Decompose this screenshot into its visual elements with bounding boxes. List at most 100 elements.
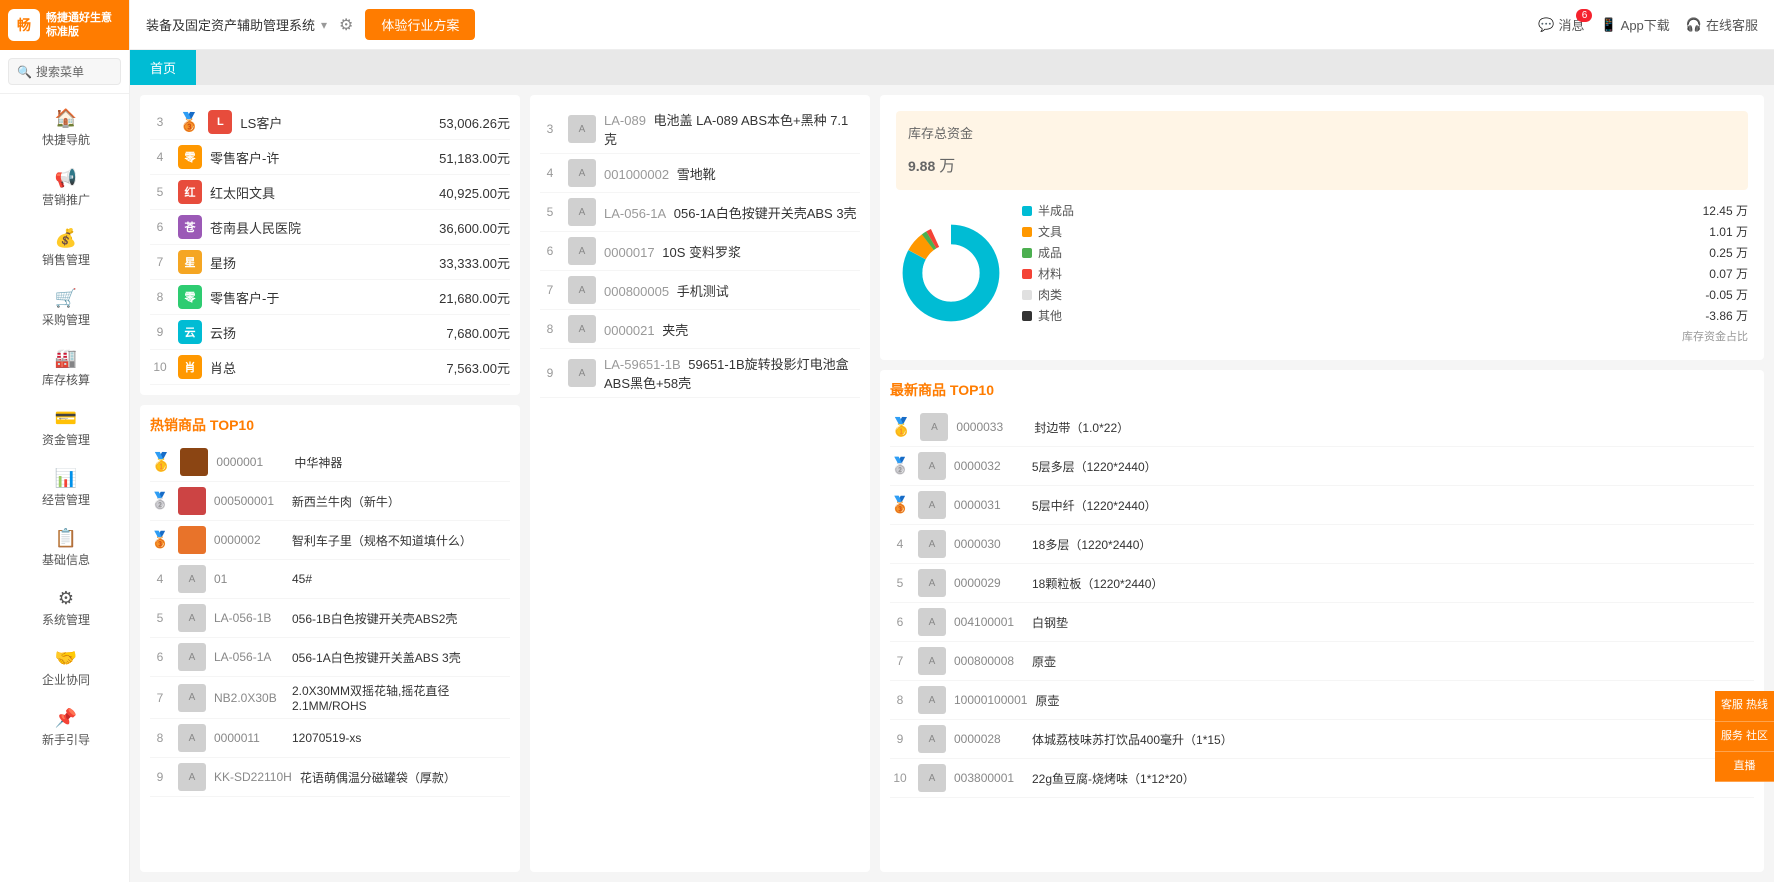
list-item: 10 肖 肖总 7,563.00元 [150,350,510,385]
product-image [178,487,206,515]
legend-item: 材料 0.07 万 [1022,265,1748,282]
product-image: A [918,452,946,480]
hot-products-panel: 热销商品 TOP10 🥇 0000001 中华神器 🥈 000500001 新西… [140,405,520,872]
customer-rank-list: 3 🥉 L LS客户 53,006.26元 4 零 零售客户-许 51,183.… [150,105,510,385]
list-item: 5 A LA-056-1A 056-1A白色按键开关壳ABS 3壳 [540,193,860,232]
product-item: 🥇 0000001 中华神器 [150,443,510,482]
product-image: A [918,491,946,519]
sidebar-item-guide[interactable]: 📌 新手引导 [0,698,129,758]
product-item: 10 A 003800001 22g鱼豆腐-烧烤味（1*12*20） [890,759,1754,798]
product-image: A [568,159,596,187]
product-item: 🥉 A 0000031 5层中纤（1220*2440） [890,486,1754,525]
customer-badge: 红 [178,180,202,204]
list-item: 5 红 红太阳文具 40,925.00元 [150,175,510,210]
sidebar-item-purchase[interactable]: 🛒 采购管理 [0,278,129,338]
list-item: 9 云 云扬 7,680.00元 [150,315,510,350]
sidebar-item-collab[interactable]: 🤝 企业协同 [0,638,129,698]
logo-icon: 畅 [8,9,40,41]
sidebar-item-operations[interactable]: 📊 经营管理 [0,458,129,518]
product-item: 4 A 0000030 18多层（1220*2440） [890,525,1754,564]
sidebar-nav: 🏠 快捷导航 📢 营销推广 💰 销售管理 🛒 采购管理 🏭 库存核算 💳 资金管… [0,94,129,882]
product-item: 9 A KK-SD22110H 花语萌偶温分磁罐袋（厚款） [150,758,510,797]
top-products-mid-list: 3 A LA-089 电池盖 LA-089 ABS本色+黑种 7.1克 4 A … [540,105,860,398]
trial-button[interactable]: 体验行业方案 [365,9,475,40]
topbar-right: 💬 消息 6 📱 App下载 🎧 在线客服 [1538,15,1758,34]
product-image: A [178,604,206,632]
legend-dot [1022,311,1032,321]
product-image: A [918,764,946,792]
message-icon: 💬 [1538,17,1554,33]
page-tabs: 首页 [130,50,1774,85]
sidebar-item-basic-info[interactable]: 📋 基础信息 [0,518,129,578]
settings-icon[interactable]: ⚙ [339,15,353,35]
product-image [178,526,206,554]
list-item: 6 苍 苍南县人民医院 36,600.00元 [150,210,510,245]
message-button[interactable]: 💬 消息 6 [1538,15,1584,34]
product-image: A [918,647,946,675]
sales-icon: 💰 [55,228,77,249]
product-item: 4 A 01 45# [150,560,510,599]
purchase-icon: 🛒 [55,288,77,309]
app-icon: 📱 [1600,17,1616,33]
customer-badge: 零 [178,285,202,309]
product-item: 7 A NB2.0X30B 2.0X30MM双摇花轴,摇花直径2.1MM/ROH… [150,677,510,719]
hot-products-title: 热销商品 TOP10 [150,415,510,435]
sidebar-item-sales[interactable]: 💰 销售管理 [0,218,129,278]
inventory-header: 库存总资金 [908,123,1736,142]
list-item: 4 零 零售客户-许 51,183.00元 [150,140,510,175]
product-image: A [918,530,946,558]
sidebar-item-marketing[interactable]: 📢 营销推广 [0,158,129,218]
medal-gold-icon: 🥇 [890,417,912,438]
sidebar-item-inventory[interactable]: 🏭 库存核算 [0,338,129,398]
finance-icon: 💳 [55,408,77,429]
product-image: A [178,724,206,752]
list-item: 6 A 0000017 10S 变料罗浆 [540,232,860,271]
sidebar-item-finance[interactable]: 💳 资金管理 [0,398,129,458]
system-name: 装备及固定资产辅助管理系统 [146,15,315,34]
product-image: A [920,413,948,441]
list-item: 4 A 001000002 雪地靴 [540,154,860,193]
inventory-panel: 库存总资金 9.88 万 [880,95,1764,360]
sidebar-item-home[interactable]: 🏠 快捷导航 [0,98,129,158]
search-menu-button[interactable]: 🔍 搜索菜单 [8,58,121,85]
service-community-button[interactable]: 服务 社区 [1715,722,1774,752]
middle-panel: 3 A LA-089 电池盖 LA-089 ABS本色+黑种 7.1克 4 A … [530,95,870,872]
tab-home[interactable]: 首页 [130,50,196,85]
guide-icon: 📌 [55,708,77,729]
app-download-button[interactable]: 📱 App下载 [1600,15,1669,34]
inventory-icon: 🏭 [55,348,77,369]
customer-service-button[interactable]: 客服 热线 [1715,691,1774,721]
product-item: 9 A 0000028 体城荔枝味苏打饮品400毫升（1*15） [890,720,1754,759]
inventory-chart-area: 半成品 12.45 万 文具 1.01 万 成品 0.25 万 [896,202,1748,344]
product-image [180,448,208,476]
product-item: 5 A LA-056-1B 056-1B白色按键开关壳ABS2壳 [150,599,510,638]
legend-item: 成品 0.25 万 [1022,244,1748,261]
logo-text: 畅捷通好生意 标准版 [46,11,112,40]
product-image: A [918,725,946,753]
system-selector[interactable]: 装备及固定资产辅助管理系统 ▾ [146,15,327,34]
sidebar-item-system[interactable]: ⚙ 系统管理 [0,578,129,638]
inventory-donut-chart [896,218,1006,328]
product-item: 🥈 A 0000032 5层多层（1220*2440） [890,447,1754,486]
main-area: 装备及固定资产辅助管理系统 ▾ ⚙ 体验行业方案 💬 消息 6 📱 App下载 … [130,0,1774,882]
new-products-title: 最新商品 TOP10 [890,380,1754,400]
float-buttons: 客服 热线 服务 社区 直播 [1715,691,1774,782]
message-badge: 6 [1576,9,1592,22]
medal-silver-icon: 🥈 [150,491,170,511]
sidebar: 畅 畅捷通好生意 标准版 🔍 搜索菜单 🏠 快捷导航 📢 营销推广 💰 销售管理… [0,0,130,882]
service-icon: 🎧 [1686,17,1702,33]
product-item: 🥈 000500001 新西兰牛肉（新牛） [150,482,510,521]
list-item: 8 A 0000021 夹壳 [540,310,860,349]
product-image: A [568,115,596,143]
product-image: A [568,198,596,226]
online-service-button[interactable]: 🎧 在线客服 [1686,15,1758,34]
chevron-down-icon: ▾ [321,18,327,32]
live-button[interactable]: 直播 [1715,752,1774,782]
product-image: A [568,237,596,265]
product-item: 🥇 A 0000033 封边带（1.0*22） [890,408,1754,447]
list-item: 8 零 零售客户-于 21,680.00元 [150,280,510,315]
legend-dot [1022,269,1032,279]
inventory-legend: 半成品 12.45 万 文具 1.01 万 成品 0.25 万 [1022,202,1748,344]
legend-item: 文具 1.01 万 [1022,223,1748,240]
search-icon: 🔍 [17,65,32,79]
